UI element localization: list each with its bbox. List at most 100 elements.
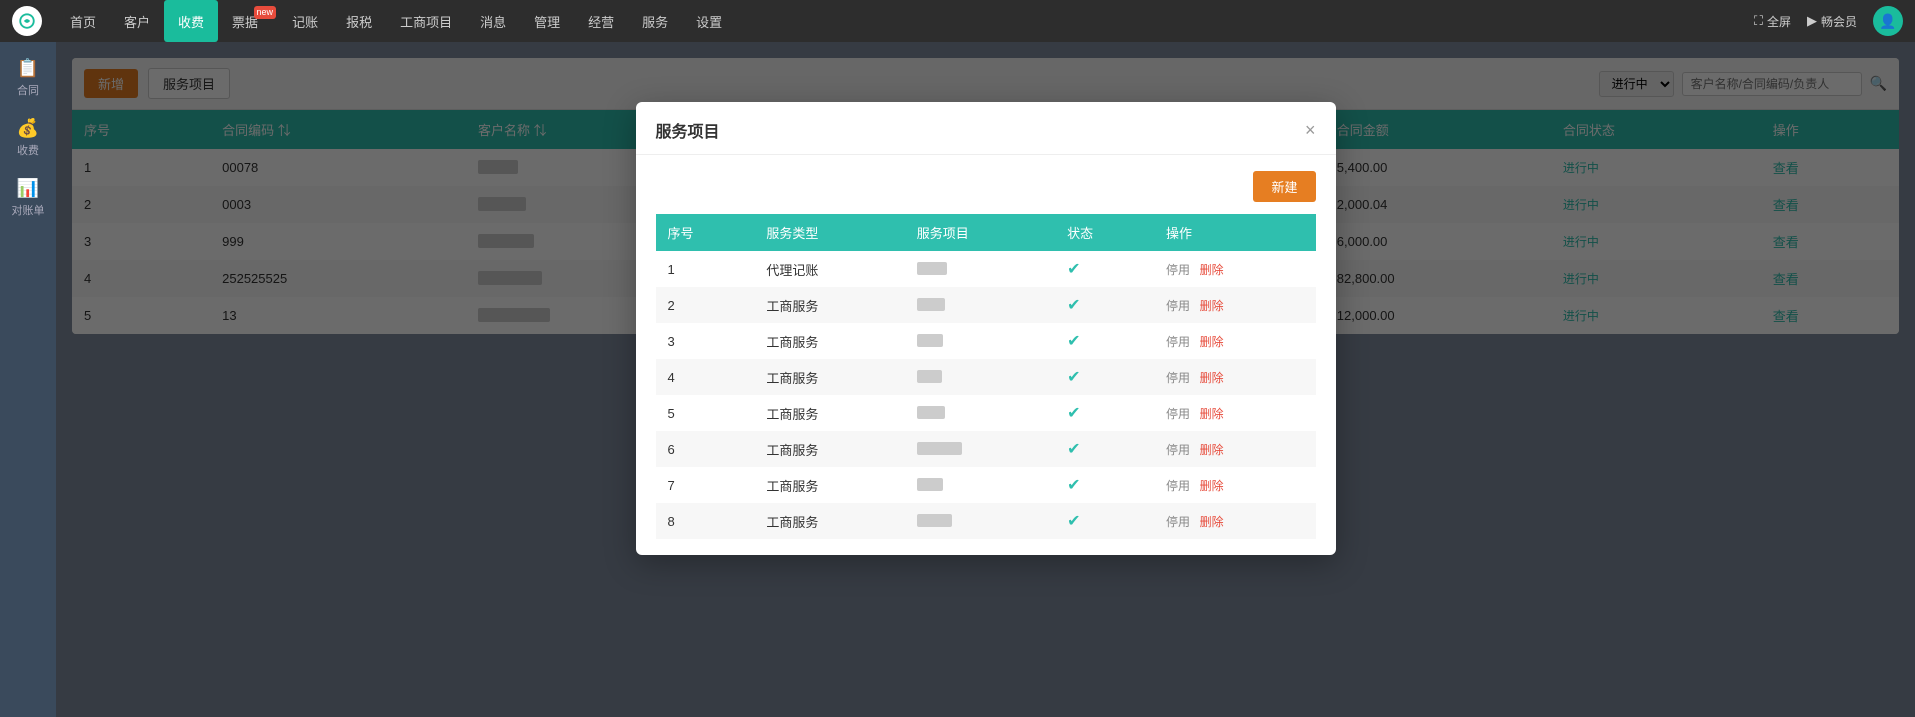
list-item: 4 工商服务 ✔ 停用 删除 bbox=[656, 359, 1316, 395]
stop-button[interactable]: 停用 bbox=[1166, 513, 1190, 530]
list-item: 7 工商服务 ✔ 停用 删除 bbox=[656, 467, 1316, 503]
service-item-table: 序号 服务类型 服务项目 状态 操作 1 代理记账 bbox=[656, 214, 1316, 539]
modal-cell-item bbox=[905, 395, 1055, 431]
nav-message[interactable]: 消息 bbox=[466, 0, 520, 42]
modal-cell-status: ✔ bbox=[1055, 359, 1154, 395]
stop-button[interactable]: 停用 bbox=[1166, 369, 1190, 386]
modal-cell-action: 停用 删除 bbox=[1154, 431, 1316, 467]
list-item: 5 工商服务 ✔ 停用 删除 bbox=[656, 395, 1316, 431]
sidebar-item-statement[interactable]: 📊 对账单 bbox=[2, 170, 54, 226]
vip-button[interactable]: ▶ 畅会员 bbox=[1807, 13, 1857, 30]
modal-cell-status: ✔ bbox=[1055, 323, 1154, 359]
delete-button[interactable]: 删除 bbox=[1200, 333, 1224, 350]
modal-overlay: 服务项目 × 新建 序号 服务类型 服务项目 bbox=[56, 42, 1915, 717]
contract-icon: 📋 bbox=[17, 58, 39, 79]
list-item: 1 代理记账 ✔ 停用 删除 bbox=[656, 251, 1316, 287]
app-logo bbox=[12, 6, 42, 36]
modal-cell-action: 停用 删除 bbox=[1154, 395, 1316, 431]
modal-cell-item bbox=[905, 323, 1055, 359]
modal-cell-type: 工商服务 bbox=[754, 359, 904, 395]
modal-cell-seq: 4 bbox=[656, 359, 755, 395]
nav-business[interactable]: 工商项目 bbox=[386, 0, 466, 42]
new-service-item-button[interactable]: 新建 bbox=[1253, 171, 1315, 202]
delete-button[interactable]: 删除 bbox=[1200, 441, 1224, 458]
modal-col-status: 状态 bbox=[1055, 214, 1154, 251]
nav-settings[interactable]: 设置 bbox=[682, 0, 736, 42]
nav-operation[interactable]: 经营 bbox=[574, 0, 628, 42]
modal-col-type: 服务类型 bbox=[754, 214, 904, 251]
status-check-icon: ✔ bbox=[1067, 441, 1080, 458]
fullscreen-button[interactable]: ⛶ 全屏 bbox=[1754, 13, 1791, 30]
modal-cell-type: 工商服务 bbox=[754, 323, 904, 359]
stop-button[interactable]: 停用 bbox=[1166, 477, 1190, 494]
sidebar-item-fee[interactable]: 💰 收费 bbox=[2, 110, 54, 166]
modal-title: 服务项目 bbox=[656, 118, 720, 142]
sidebar-item-contract[interactable]: 📋 合同 bbox=[2, 50, 54, 106]
modal-close-button[interactable]: × bbox=[1305, 121, 1316, 139]
modal-cell-action: 停用 删除 bbox=[1154, 323, 1316, 359]
status-check-icon: ✔ bbox=[1067, 513, 1080, 530]
modal-cell-item bbox=[905, 431, 1055, 467]
new-badge: new bbox=[254, 6, 277, 19]
stop-button[interactable]: 停用 bbox=[1166, 405, 1190, 422]
modal-cell-status: ✔ bbox=[1055, 251, 1154, 287]
stop-button[interactable]: 停用 bbox=[1166, 261, 1190, 278]
delete-button[interactable]: 删除 bbox=[1200, 261, 1224, 278]
delete-button[interactable]: 删除 bbox=[1200, 405, 1224, 422]
status-check-icon: ✔ bbox=[1067, 297, 1080, 314]
nav-customer[interactable]: 客户 bbox=[110, 0, 164, 42]
list-item: 8 工商服务 ✔ 停用 删除 bbox=[656, 503, 1316, 539]
modal-cell-seq: 8 bbox=[656, 503, 755, 539]
modal-col-item: 服务项目 bbox=[905, 214, 1055, 251]
nav-menu: 首页 客户 收费 票据 new 记账 报税 工商项目 消息 管理 经营 服务 设… bbox=[56, 0, 1754, 42]
modal-cell-action: 停用 删除 bbox=[1154, 359, 1316, 395]
modal-cell-action: 停用 删除 bbox=[1154, 251, 1316, 287]
modal-cell-status: ✔ bbox=[1055, 431, 1154, 467]
modal-cell-action: 停用 删除 bbox=[1154, 503, 1316, 539]
modal-cell-action: 停用 删除 bbox=[1154, 467, 1316, 503]
user-avatar[interactable]: 👤 bbox=[1873, 6, 1903, 36]
nav-fee[interactable]: 收费 bbox=[164, 0, 218, 42]
nav-tax[interactable]: 报税 bbox=[332, 0, 386, 42]
stop-button[interactable]: 停用 bbox=[1166, 441, 1190, 458]
main-layout: 📋 合同 💰 收费 📊 对账单 新增 服务项目 进行中 已完成 已停止 bbox=[0, 42, 1915, 717]
list-item: 6 工商服务 ✔ 停用 删除 bbox=[656, 431, 1316, 467]
modal-cell-type: 工商服务 bbox=[754, 287, 904, 323]
stop-button[interactable]: 停用 bbox=[1166, 333, 1190, 350]
delete-button[interactable]: 删除 bbox=[1200, 297, 1224, 314]
nav-invoice[interactable]: 票据 new bbox=[218, 0, 278, 42]
modal-cell-status: ✔ bbox=[1055, 287, 1154, 323]
modal-cell-action: 停用 删除 bbox=[1154, 287, 1316, 323]
delete-button[interactable]: 删除 bbox=[1200, 513, 1224, 530]
modal-col-action: 操作 bbox=[1154, 214, 1316, 251]
top-navigation: 首页 客户 收费 票据 new 记账 报税 工商项目 消息 管理 经营 服务 设… bbox=[0, 0, 1915, 42]
list-item: 2 工商服务 ✔ 停用 删除 bbox=[656, 287, 1316, 323]
modal-cell-type: 工商服务 bbox=[754, 467, 904, 503]
modal-cell-item bbox=[905, 467, 1055, 503]
nav-service[interactable]: 服务 bbox=[628, 0, 682, 42]
service-item-modal: 服务项目 × 新建 序号 服务类型 服务项目 bbox=[636, 102, 1336, 555]
modal-cell-item bbox=[905, 359, 1055, 395]
modal-cell-item bbox=[905, 503, 1055, 539]
delete-button[interactable]: 删除 bbox=[1200, 477, 1224, 494]
modal-header: 服务项目 × bbox=[636, 102, 1336, 155]
nav-manage[interactable]: 管理 bbox=[520, 0, 574, 42]
nav-home[interactable]: 首页 bbox=[56, 0, 110, 42]
modal-cell-seq: 7 bbox=[656, 467, 755, 503]
modal-cell-status: ✔ bbox=[1055, 467, 1154, 503]
modal-cell-item bbox=[905, 287, 1055, 323]
modal-toolbar: 新建 bbox=[656, 171, 1316, 202]
modal-cell-type: 工商服务 bbox=[754, 503, 904, 539]
modal-cell-status: ✔ bbox=[1055, 395, 1154, 431]
status-check-icon: ✔ bbox=[1067, 405, 1080, 422]
nav-right-section: ⛶ 全屏 ▶ 畅会员 👤 bbox=[1754, 6, 1903, 36]
list-item: 3 工商服务 ✔ 停用 删除 bbox=[656, 323, 1316, 359]
modal-cell-status: ✔ bbox=[1055, 503, 1154, 539]
delete-button[interactable]: 删除 bbox=[1200, 369, 1224, 386]
modal-body: 新建 序号 服务类型 服务项目 状态 操作 bbox=[636, 155, 1336, 555]
stop-button[interactable]: 停用 bbox=[1166, 297, 1190, 314]
nav-bookkeeping[interactable]: 记账 bbox=[278, 0, 332, 42]
modal-cell-seq: 2 bbox=[656, 287, 755, 323]
modal-header-row: 序号 服务类型 服务项目 状态 操作 bbox=[656, 214, 1316, 251]
modal-cell-type: 代理记账 bbox=[754, 251, 904, 287]
